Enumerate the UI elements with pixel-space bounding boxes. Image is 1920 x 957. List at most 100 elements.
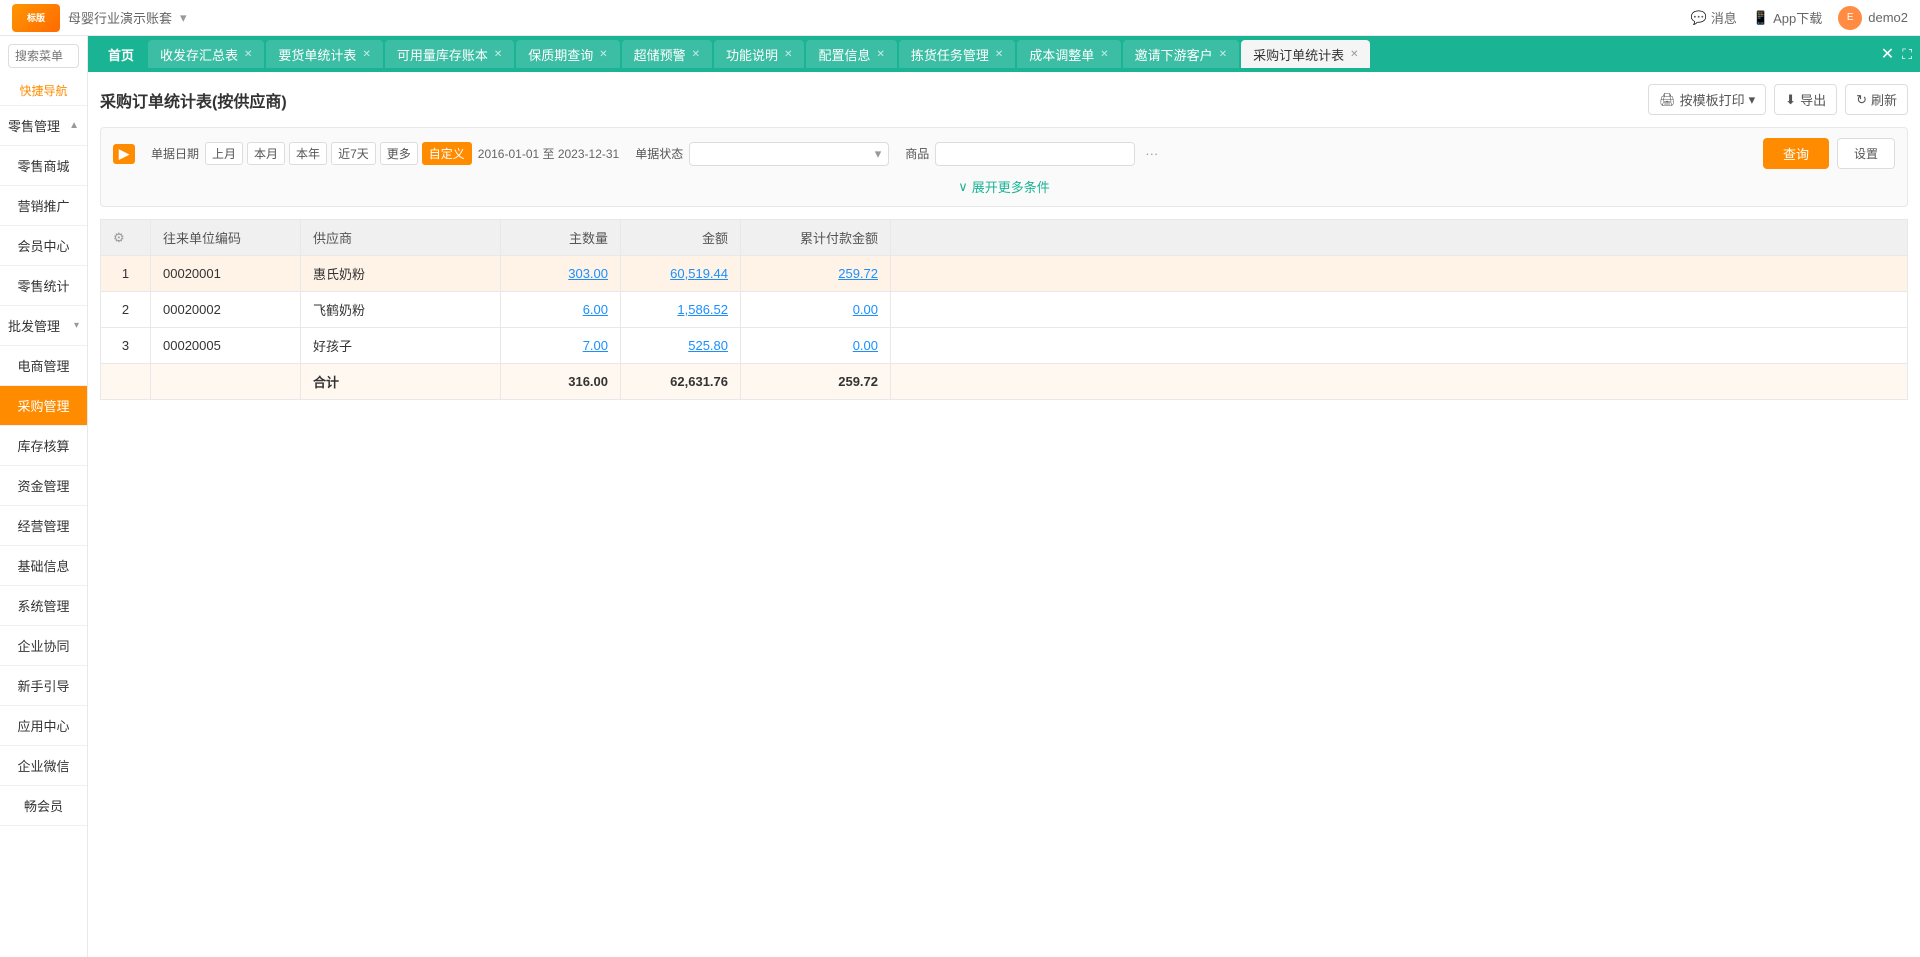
table-row: 1 00020001 惠氏奶粉 303.00 60,519.44 259.72 [101, 256, 1908, 292]
tab-function-desc[interactable]: 功能说明 ✕ [714, 40, 804, 68]
sidebar-item-retail-store[interactable]: 零售商城 [0, 146, 87, 186]
date-shortcut-more[interactable]: 更多 [380, 142, 418, 165]
cell-main-qty-2: 6.00 [501, 292, 621, 328]
print-dropdown-icon: ▾ [1749, 92, 1756, 108]
link-cum-payment-1[interactable]: 259.72 [838, 266, 878, 281]
tab-collect-send[interactable]: 收发存汇总表 ✕ [148, 40, 264, 68]
tab-overstock-warning[interactable]: 超储预警 ✕ [622, 40, 712, 68]
sidebar-item-label-basic-info: 基础信息 [17, 556, 69, 575]
export-icon: ⬇ [1785, 92, 1796, 108]
link-cum-payment-2[interactable]: 0.00 [853, 302, 878, 317]
link-cum-payment-3[interactable]: 0.00 [853, 338, 878, 353]
sidebar-item-enterprise-collab[interactable]: 企业协同 [0, 626, 87, 666]
col-supplier: 供应商 [301, 220, 501, 256]
tab-home[interactable]: 首页 [96, 40, 146, 68]
tab-expiry-query[interactable]: 保质期查询 ✕ [516, 40, 619, 68]
tab-order-stats-close[interactable]: ✕ [362, 49, 370, 60]
link-main-qty-1[interactable]: 303.00 [568, 266, 608, 281]
tab-expiry-query-close[interactable]: ✕ [599, 49, 607, 60]
tab-order-stats[interactable]: 要货单统计表 ✕ [266, 40, 382, 68]
sidebar-item-system-mgmt[interactable]: 系统管理 [0, 586, 87, 626]
search-input[interactable] [8, 44, 79, 68]
sidebar-item-retail-mgmt[interactable]: 零售管理 ▲ [0, 106, 87, 146]
col-extra [891, 220, 1908, 256]
sidebar-item-new-guide[interactable]: 新手引导 [0, 666, 87, 706]
query-button[interactable]: 查询 [1763, 138, 1829, 169]
tab-pick-task-mgmt[interactable]: 拣货任务管理 ✕ [899, 40, 1015, 68]
tab-available-inventory-close[interactable]: ✕ [494, 49, 502, 60]
tab-purchase-order-stats[interactable]: 采购订单统计表 ✕ [1241, 40, 1370, 68]
tab-cost-adjust[interactable]: 成本调整单 ✕ [1017, 40, 1120, 68]
sidebar-item-quick-nav[interactable]: 快捷导航 [0, 76, 87, 106]
sidebar-item-label-retail-store: 零售商城 [17, 156, 69, 175]
link-amount-2[interactable]: 1,586.52 [677, 302, 728, 317]
cell-extra-2 [891, 292, 1908, 328]
filter-toggle-icon[interactable]: ▶ [113, 144, 135, 164]
tab-function-desc-label: 功能说明 [726, 45, 778, 64]
sidebar-item-retail-stats[interactable]: 零售统计 [0, 266, 87, 306]
sidebar-item-inventory-check[interactable]: 库存核算 [0, 426, 87, 466]
cell-amount-3: 525.80 [621, 328, 741, 364]
sidebar-item-basic-info[interactable]: 基础信息 [0, 546, 87, 586]
link-amount-1[interactable]: 60,519.44 [670, 266, 728, 281]
export-label: 导出 [1800, 90, 1826, 109]
sidebar-item-ecommerce-mgmt[interactable]: 电商管理 [0, 346, 87, 386]
sidebar-item-operations-mgmt[interactable]: 经营管理 [0, 506, 87, 546]
table-footer: 合计 316.00 62,631.76 259.72 [101, 364, 1908, 400]
tab-overstock-warning-close[interactable]: ✕ [692, 49, 700, 60]
tab-config-info[interactable]: 配置信息 ✕ [806, 40, 896, 68]
filter-expand-row: ∨ 展开更多条件 [113, 177, 1895, 196]
table-row: 2 00020002 飞鹤奶粉 6.00 1,586.52 0.00 [101, 292, 1908, 328]
message-button[interactable]: 💬 消息 [1691, 8, 1737, 27]
tab-close-all-icon[interactable]: ✕ [1881, 44, 1894, 64]
tab-pick-task-mgmt-close[interactable]: ✕ [995, 49, 1003, 60]
cell-unit-code-2: 00020002 [151, 292, 301, 328]
top-bar-right: 💬 消息 📱 App下载 E demo2 [1691, 6, 1908, 30]
column-settings-icon[interactable]: ⚙ [113, 230, 125, 245]
sidebar-item-member-vip[interactable]: 畅会员 [0, 786, 87, 826]
tab-config-info-close[interactable]: ✕ [876, 49, 884, 60]
goods-filter-input[interactable] [935, 142, 1135, 166]
col-amount: 金额 [621, 220, 741, 256]
status-select[interactable] [689, 142, 889, 166]
tab-invite-downstream[interactable]: 邀请下游客户 ✕ [1123, 40, 1239, 68]
tab-available-inventory[interactable]: 可用量库存账本 ✕ [385, 40, 514, 68]
sidebar-item-marketing[interactable]: 营销推广 [0, 186, 87, 226]
tab-available-inventory-label: 可用量库存账本 [397, 45, 488, 64]
tab-cost-adjust-close[interactable]: ✕ [1100, 49, 1108, 60]
refresh-button[interactable]: ↻ 刷新 [1845, 84, 1908, 115]
workspace-dropdown-icon[interactable]: ▾ [180, 10, 187, 26]
sidebar-item-purchase-mgmt[interactable]: 采购管理 [0, 386, 87, 426]
tab-invite-downstream-close[interactable]: ✕ [1219, 49, 1227, 60]
export-button[interactable]: ⬇ 导出 [1774, 84, 1837, 115]
tab-purchase-order-stats-close[interactable]: ✕ [1350, 49, 1358, 60]
settings-button[interactable]: 设置 [1837, 138, 1895, 169]
date-shortcut-last-month[interactable]: 上月 [205, 142, 243, 165]
table-row: 3 00020005 好孩子 7.00 525.80 0.00 [101, 328, 1908, 364]
sidebar-search-wrapper [0, 36, 87, 76]
link-amount-3[interactable]: 525.80 [688, 338, 728, 353]
top-bar-left: 标版 母婴行业演示账套 ▾ [12, 4, 187, 32]
date-shortcut-this-month[interactable]: 本月 [247, 142, 285, 165]
expand-more-button[interactable]: ∨ 展开更多条件 [958, 177, 1050, 196]
filter-row-main: ▶ 单据日期 上月 本月 本年 近7天 更多 自定义 2016- [113, 138, 1895, 169]
app-download-button[interactable]: 📱 App下载 [1753, 8, 1822, 27]
status-select-wrapper [689, 142, 889, 166]
sidebar-item-member-center[interactable]: 会员中心 [0, 226, 87, 266]
tab-function-desc-close[interactable]: ✕ [784, 49, 792, 60]
user-menu[interactable]: E demo2 [1838, 6, 1908, 30]
sidebar-item-wholesale-mgmt[interactable]: 批发管理 ▾ [0, 306, 87, 346]
date-shortcut-last-7-days[interactable]: 近7天 [331, 142, 376, 165]
tab-collect-send-close[interactable]: ✕ [244, 49, 252, 60]
table-header-row: ⚙ 往来单位编码 供应商 主数量 金额 累计付款金额 [101, 220, 1908, 256]
tab-maximize-icon[interactable]: ⛶ [1902, 46, 1912, 63]
date-shortcut-this-year[interactable]: 本年 [289, 142, 327, 165]
sidebar-item-app-center[interactable]: 应用中心 [0, 706, 87, 746]
sidebar-item-label-purchase-mgmt: 采购管理 [17, 396, 69, 415]
sidebar-item-enterprise-wechat[interactable]: 企业微信 [0, 746, 87, 786]
link-main-qty-2[interactable]: 6.00 [583, 302, 608, 317]
sidebar-item-finance-mgmt[interactable]: 资金管理 [0, 466, 87, 506]
goods-filter-more-icon[interactable]: ··· [1141, 146, 1162, 161]
link-main-qty-3[interactable]: 7.00 [583, 338, 608, 353]
print-button[interactable]: 🖨 按模板打印 ▾ [1648, 84, 1766, 115]
